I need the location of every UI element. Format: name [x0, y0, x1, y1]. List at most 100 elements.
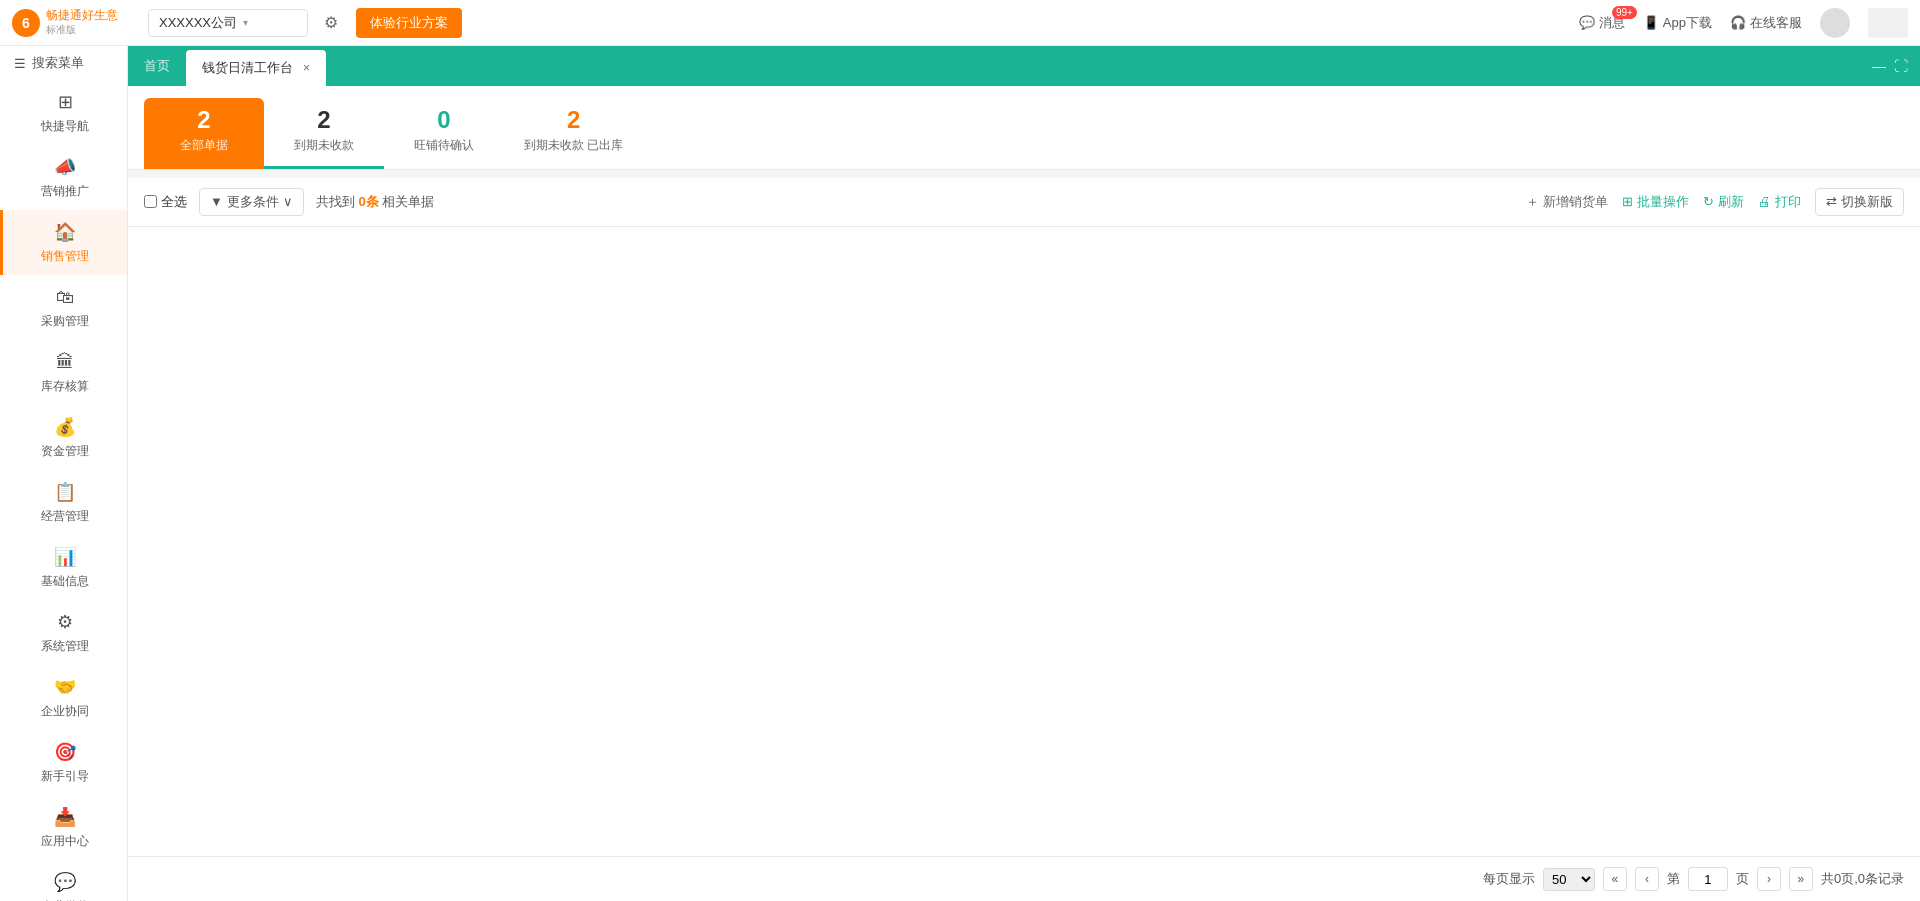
newbie-icon: 🎯 — [53, 740, 77, 764]
tab-bar: 首页 钱货日清工作台 × — ⛶ — [128, 46, 1920, 86]
main-layout: ☰ 搜索菜单 ⊞ 快捷导航 📣 营销推广 🏠 销售管理 🛍 采购管理 🏛 库存核… — [0, 46, 1920, 901]
logo-icon: 6 — [12, 9, 40, 37]
settings-icon[interactable]: ⚙ — [316, 8, 346, 38]
stat-tab-shipped[interactable]: 2 到期未收款 已出库 — [504, 98, 643, 169]
sidebar: ☰ 搜索菜单 ⊞ 快捷导航 📣 营销推广 🏠 销售管理 🛍 采购管理 🏛 库存核… — [0, 46, 128, 901]
sidebar-item-marketing[interactable]: 📣 营销推广 — [0, 145, 127, 210]
batch-label: 批量操作 — [1637, 193, 1689, 211]
stat-tab-overdue[interactable]: 2 到期未收款 — [264, 98, 384, 169]
first-page-button[interactable]: « — [1603, 867, 1627, 891]
print-label: 打印 — [1775, 193, 1801, 211]
company-name: XXXXXX公司 — [159, 14, 237, 32]
select-all-input[interactable] — [144, 195, 157, 208]
header-right: 💬 消息 99+ 📱 App下载 🎧 在线客服 — [1579, 8, 1908, 38]
next-page-button[interactable]: › — [1757, 867, 1781, 891]
trial-button[interactable]: 体验行业方案 — [356, 8, 462, 38]
service-icon: 🎧 — [1730, 15, 1746, 30]
filter-icon: ▼ — [210, 194, 223, 209]
plus-icon: ＋ — [1526, 193, 1539, 211]
sidebar-item-label: 库存核算 — [41, 378, 89, 395]
sidebar-item-label: 新手引导 — [41, 768, 89, 785]
sidebar-item-inventory[interactable]: 🏛 库存核算 — [0, 340, 127, 405]
content-area: 首页 钱货日清工作台 × — ⛶ 2 全部单据 2 到期未收款 — [128, 46, 1920, 901]
current-page-input[interactable] — [1688, 867, 1728, 891]
found-text: 共找到 0条 相关单据 — [316, 193, 434, 211]
sidebar-item-wechat[interactable]: 💬 企业微信 — [0, 860, 127, 901]
logo-text-block: 畅捷通好生意 标准版 — [46, 8, 118, 38]
appstore-icon: 📥 — [53, 805, 77, 829]
page-content: 2 全部单据 2 到期未收款 0 旺铺待确认 2 到期未收款 已出库 — [128, 86, 1920, 901]
online-service-button[interactable]: 🎧 在线客服 — [1730, 14, 1802, 32]
table-area — [128, 227, 1920, 856]
tab-actions: — ⛶ — [1872, 58, 1920, 74]
sidebar-item-enterprise[interactable]: 🤝 企业协同 — [0, 665, 127, 730]
sidebar-item-newbie[interactable]: 🎯 新手引导 — [0, 730, 127, 795]
sidebar-item-basics[interactable]: 📊 基础信息 — [0, 535, 127, 600]
sidebar-item-quick-nav[interactable]: ⊞ 快捷导航 — [0, 80, 127, 145]
app-download-label: App下载 — [1663, 14, 1712, 32]
page-size-select[interactable]: 50 20 100 — [1543, 868, 1595, 891]
sidebar-item-label: 快捷导航 — [41, 118, 89, 135]
print-button[interactable]: 🖨 打印 — [1758, 193, 1801, 211]
download-icon: 📱 — [1643, 15, 1659, 30]
sidebar-item-finance[interactable]: 💰 资金管理 — [0, 405, 127, 470]
batch-icon: ⊞ — [1622, 194, 1633, 209]
marketing-icon: 📣 — [53, 155, 77, 179]
avatar[interactable] — [1820, 8, 1850, 38]
refresh-button[interactable]: ↻ 刷新 — [1703, 193, 1744, 211]
sidebar-item-label: 销售管理 — [41, 248, 89, 265]
add-sale-button[interactable]: ＋ 新增销货单 — [1526, 193, 1608, 211]
wechat-icon: 💬 — [53, 870, 77, 894]
switch-icon: ⇄ — [1826, 194, 1837, 209]
search-menu-label: 搜索菜单 — [32, 54, 84, 72]
batch-button[interactable]: ⊞ 批量操作 — [1622, 193, 1689, 211]
stat-num-all: 2 — [164, 106, 244, 135]
switch-new-version-button[interactable]: ⇄ 切换新版 — [1815, 188, 1904, 216]
tab-active[interactable]: 钱货日清工作台 × — [186, 50, 326, 86]
message-button[interactable]: 💬 消息 99+ — [1579, 14, 1625, 32]
filter-button[interactable]: ▼ 更多条件 ∨ — [199, 188, 304, 216]
prev-page-button[interactable]: ‹ — [1635, 867, 1659, 891]
company-selector[interactable]: XXXXXX公司 ▾ — [148, 9, 308, 37]
search-icon: ☰ — [14, 56, 26, 71]
stat-tab-all[interactable]: 2 全部单据 — [144, 98, 264, 169]
enterprise-icon: 🤝 — [53, 675, 77, 699]
tab-home-label: 首页 — [144, 57, 170, 75]
sidebar-item-label: 采购管理 — [41, 313, 89, 330]
pagination: 每页显示 50 20 100 « ‹ 第 页 › » 共0页,0条记录 — [128, 856, 1920, 901]
logo-sub: 标准版 — [46, 23, 118, 37]
online-service-label: 在线客服 — [1750, 14, 1802, 32]
refresh-icon: ↻ — [1703, 194, 1714, 209]
select-all-checkbox[interactable]: 全选 — [144, 193, 187, 211]
chevron-down-icon: ▾ — [243, 17, 248, 28]
basics-icon: 📊 — [53, 545, 77, 569]
sidebar-item-label: 企业协同 — [41, 703, 89, 720]
last-page-button[interactable]: » — [1789, 867, 1813, 891]
stat-label-overdue: 到期未收款 — [284, 137, 364, 154]
stat-tab-pending[interactable]: 0 旺铺待确认 — [384, 98, 504, 169]
finance-icon: 💰 — [53, 415, 77, 439]
sidebar-item-system[interactable]: ⚙ 系统管理 — [0, 600, 127, 665]
sidebar-item-appstore[interactable]: 📥 应用中心 — [0, 795, 127, 860]
sidebar-item-purchase[interactable]: 🛍 采购管理 — [0, 275, 127, 340]
switch-label: 切换新版 — [1841, 193, 1893, 211]
stat-num-overdue: 2 — [284, 106, 364, 135]
tab-minimize-icon[interactable]: — — [1872, 58, 1886, 74]
sidebar-item-sales[interactable]: 🏠 销售管理 — [0, 210, 127, 275]
tab-expand-icon[interactable]: ⛶ — [1894, 58, 1908, 74]
stat-label-pending: 旺铺待确认 — [404, 137, 484, 154]
tab-home[interactable]: 首页 — [128, 46, 186, 86]
sidebar-item-operations[interactable]: 📋 经营管理 — [0, 470, 127, 535]
quick-nav-icon: ⊞ — [53, 90, 77, 114]
search-menu-item[interactable]: ☰ 搜索菜单 — [0, 46, 127, 80]
top-header: 6 畅捷通好生意 标准版 XXXXXX公司 ▾ ⚙ 体验行业方案 💬 消息 99… — [0, 0, 1920, 46]
toolbar: 全选 ▼ 更多条件 ∨ 共找到 0条 相关单据 ＋ 新增销货单 — [128, 178, 1920, 227]
total-text: 共0页,0条记录 — [1821, 870, 1904, 888]
app-download-button[interactable]: 📱 App下载 — [1643, 14, 1712, 32]
stat-num-pending: 0 — [404, 106, 484, 135]
tab-active-label: 钱货日清工作台 — [202, 59, 293, 77]
tab-close-icon[interactable]: × — [303, 61, 310, 75]
select-all-label: 全选 — [161, 193, 187, 211]
chevron-down-icon: ∨ — [283, 194, 293, 209]
username-area — [1868, 8, 1908, 38]
